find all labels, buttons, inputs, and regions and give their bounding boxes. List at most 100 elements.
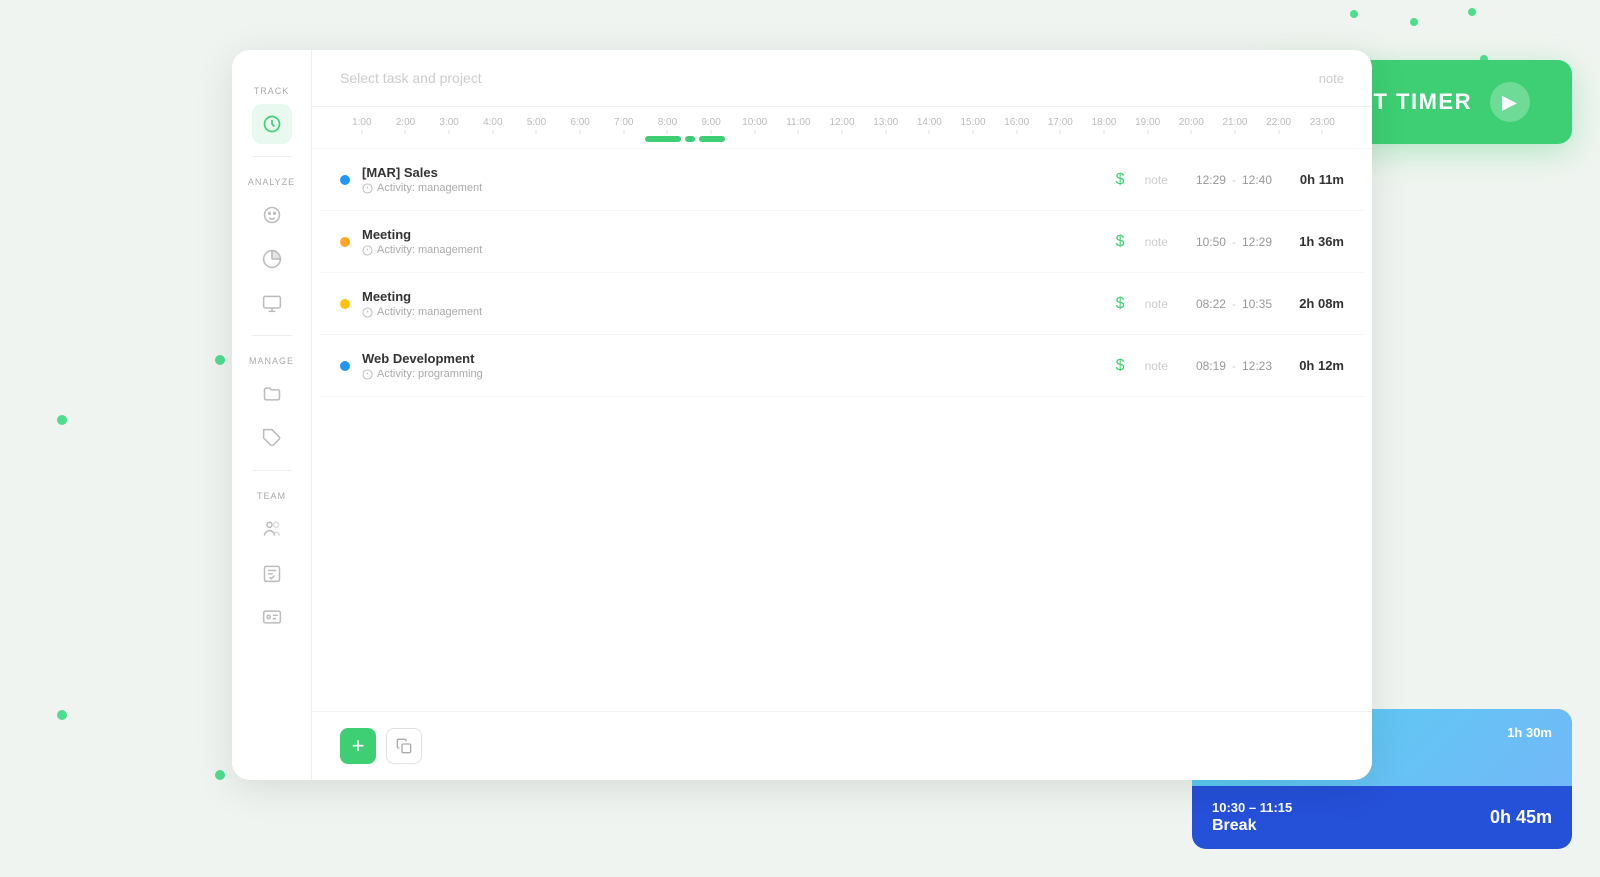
timeline-hour: 14:00 [908, 117, 952, 128]
table-row[interactable]: Web Development Activity: programming $ … [320, 335, 1364, 397]
sidebar-item-track[interactable] [252, 104, 292, 144]
sidebar-item-manage-tag[interactable] [252, 418, 292, 458]
entry-dash: - [1232, 173, 1236, 187]
table-row[interactable]: [MAR] Sales Activity: management $ note … [320, 149, 1364, 211]
deco-dot [1468, 8, 1476, 16]
entry-duration: 0h 11m [1284, 172, 1344, 187]
timeline-hour: 18:00 [1082, 117, 1126, 128]
entry-duration: 2h 08m [1284, 296, 1344, 311]
sidebar-item-analyze-face[interactable] [252, 195, 292, 235]
copy-button[interactable] [386, 728, 422, 764]
tooltip-break-duration: 0h 45m [1490, 807, 1552, 828]
timeline-hour: 3:00 [427, 117, 471, 128]
sidebar-divider-2 [252, 335, 292, 336]
timeline-hour: 19:00 [1126, 117, 1170, 128]
section-label-team: TEAM [257, 491, 286, 501]
note-label[interactable]: note [1319, 71, 1344, 86]
timeline-hour: 21:00 [1213, 117, 1257, 128]
entry-start: 12:29 [1196, 173, 1226, 187]
timeline-progress-container [340, 136, 1344, 142]
tooltip-break-label: Break [1212, 817, 1292, 835]
timeline-hour: 2:00 [384, 117, 428, 128]
main-content: Select task and project note 1:002:003:0… [312, 50, 1372, 780]
timeline-hour: 11:00 [777, 117, 821, 128]
entry-start: 10:50 [1196, 235, 1226, 249]
entry-info: Web Development Activity: programming [362, 351, 1104, 380]
billable-icon: $ [1116, 233, 1125, 251]
timeline-hour: 23:00 [1300, 117, 1344, 128]
entry-title: Meeting [362, 227, 1104, 242]
timeline-hour: 9:00 [689, 117, 733, 128]
entry-duration: 0h 12m [1284, 358, 1344, 373]
entry-end: 12:23 [1242, 359, 1272, 373]
activity-icon [362, 245, 373, 256]
timeline-hour: 1:00 [340, 117, 384, 128]
deco-dot [1350, 10, 1358, 18]
sidebar-item-manage-folder[interactable] [252, 374, 292, 414]
add-entry-button[interactable]: + [340, 728, 376, 764]
entry-note[interactable]: note [1145, 297, 1168, 311]
tooltip-sales-duration: 1h 30m [1507, 725, 1552, 740]
sidebar-item-team-id[interactable] [252, 597, 292, 637]
deco-dot [215, 355, 225, 365]
sidebar-divider-1 [252, 156, 292, 157]
select-task-placeholder[interactable]: Select task and project [340, 70, 1303, 86]
timeline-progress-bar [699, 136, 724, 142]
entry-start: 08:19 [1196, 359, 1226, 373]
timeline-bar: 1:002:003:004:005:006:007:008:009:0010:0… [312, 107, 1372, 149]
entry-activity: Activity: management [362, 244, 1104, 256]
entry-note[interactable]: note [1145, 359, 1168, 373]
timeline-hour: 17:00 [1039, 117, 1083, 128]
timeline-progress-bar [645, 136, 681, 142]
entry-title: Web Development [362, 351, 1104, 366]
top-bar[interactable]: Select task and project note [312, 50, 1372, 107]
entry-title: [MAR] Sales [362, 165, 1104, 180]
entry-time-range: 10:50 - 12:29 [1196, 235, 1272, 249]
timeline-hour: 7:00 [602, 117, 646, 128]
timeline-hour: 8:00 [646, 117, 690, 128]
activity-icon [362, 183, 373, 194]
activity-icon [362, 369, 373, 380]
billable-icon: $ [1116, 171, 1125, 189]
entry-end: 12:29 [1242, 235, 1272, 249]
timeline-hour: 12:00 [820, 117, 864, 128]
timeline-progress-bar [685, 136, 695, 142]
deco-dot [57, 710, 67, 720]
entries-list: [MAR] Sales Activity: management $ note … [312, 149, 1372, 711]
timeline-hour: 13:00 [864, 117, 908, 128]
sidebar-divider-3 [252, 470, 292, 471]
entry-note[interactable]: note [1145, 173, 1168, 187]
entry-activity: Activity: management [362, 182, 1104, 194]
entry-dash: - [1232, 359, 1236, 373]
table-row[interactable]: Meeting Activity: management $ note 08:2… [320, 273, 1364, 335]
play-icon: ▶ [1490, 82, 1530, 122]
entry-note[interactable]: note [1145, 235, 1168, 249]
sidebar-item-team-users[interactable] [252, 509, 292, 549]
sidebar-item-analyze-monitor[interactable] [252, 283, 292, 323]
timeline-hour: 10:00 [733, 117, 777, 128]
section-label-manage: MANAGE [249, 356, 294, 366]
entry-dot [340, 237, 350, 247]
entry-end: 12:40 [1242, 173, 1272, 187]
entry-info: [MAR] Sales Activity: management [362, 165, 1104, 194]
timeline-hour: 5:00 [515, 117, 559, 128]
sidebar-item-team-check[interactable] [252, 553, 292, 593]
tooltip-break-card: 10:30 – 11:15 Break 0h 45m [1192, 786, 1572, 849]
entry-time-range: 08:19 - 12:23 [1196, 359, 1272, 373]
bottom-actions: + [312, 711, 1372, 780]
app-container: TRACK ANALYZE [232, 50, 1372, 780]
entry-duration: 1h 36m [1284, 234, 1344, 249]
billable-icon: $ [1116, 295, 1125, 313]
entry-dot [340, 361, 350, 371]
entry-title: Meeting [362, 289, 1104, 304]
timeline-hour: 22:00 [1257, 117, 1301, 128]
deco-dot [1410, 18, 1418, 26]
sidebar-item-analyze-pie[interactable] [252, 239, 292, 279]
entry-dot [340, 299, 350, 309]
table-row[interactable]: Meeting Activity: management $ note 10:5… [320, 211, 1364, 273]
section-label-track: TRACK [254, 86, 290, 96]
timeline-hour: 20:00 [1169, 117, 1213, 128]
entry-start: 08:22 [1196, 297, 1226, 311]
entry-end: 10:35 [1242, 297, 1272, 311]
billable-icon: $ [1116, 357, 1125, 375]
